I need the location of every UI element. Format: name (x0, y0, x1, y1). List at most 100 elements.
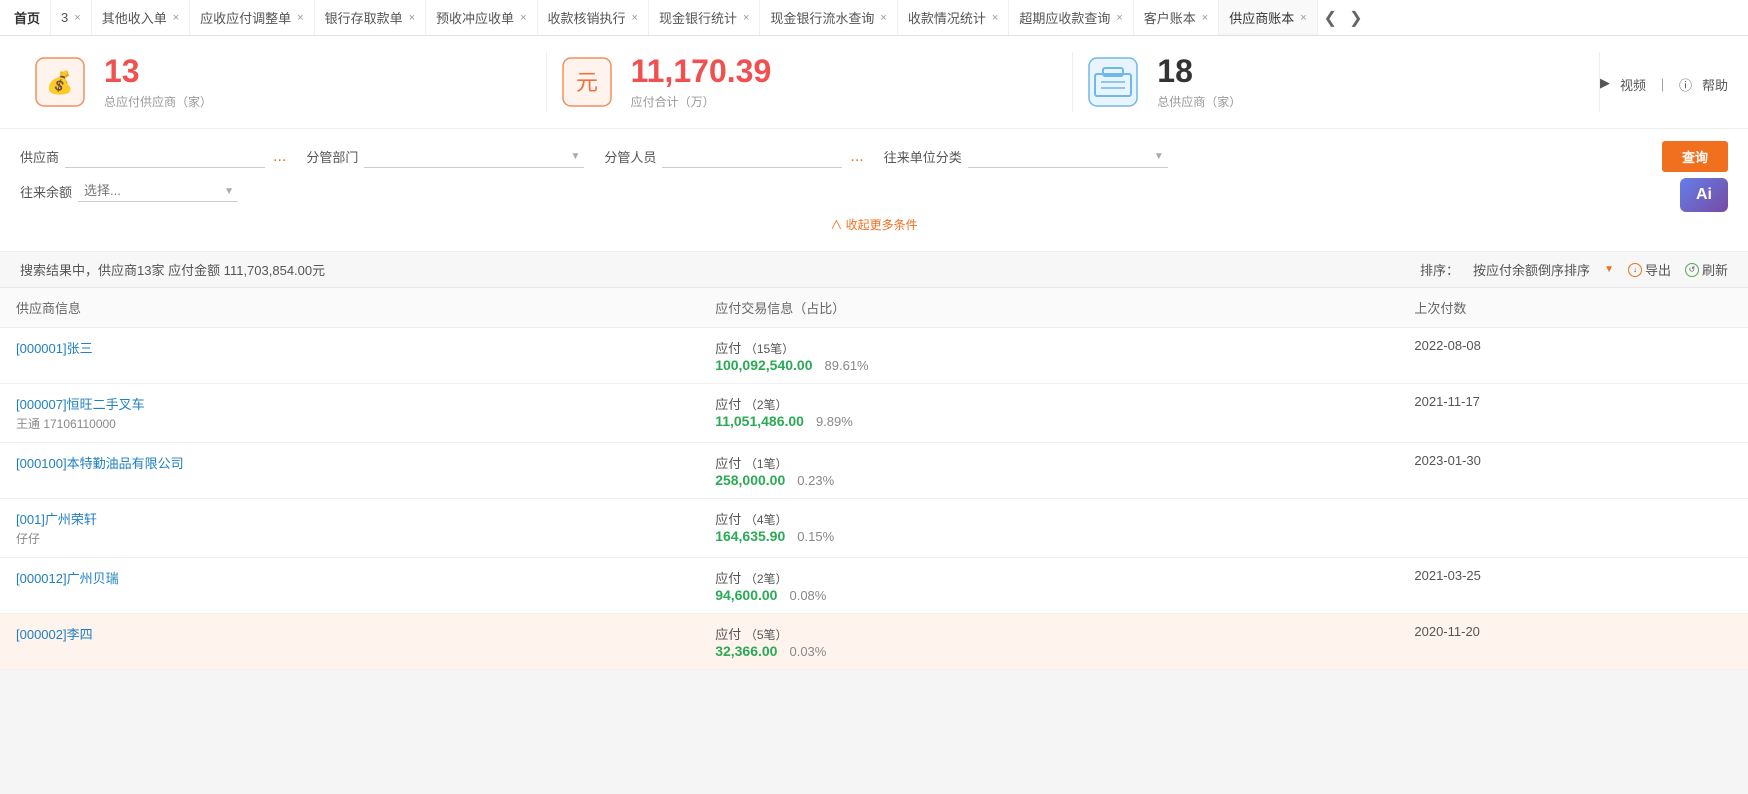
nav-cash-stat[interactable]: 现金银行统计 × (649, 0, 760, 36)
summary-block-total-suppliers: 18 总供应商（家） (1073, 52, 1600, 112)
filter-row-2: 往来余额 ▼ (20, 180, 1728, 202)
nav-prev-arrow[interactable]: ❮ (1318, 8, 1343, 28)
close-icon[interactable]: × (1116, 12, 1122, 24)
supplier-sub-info: 王通 17106110000 (16, 415, 683, 432)
close-icon[interactable]: × (297, 12, 303, 24)
tx-info-cell: 应付 （2笔） 94,600.000.08% (699, 558, 1398, 614)
supplier-link[interactable]: [000100]本特勤油品有限公司 (16, 456, 184, 471)
payable-amount-label: 应付合计（万） (631, 93, 772, 110)
nav-home[interactable]: 首页 (4, 0, 51, 36)
person-label: 分管人员 (604, 147, 656, 166)
payable-amount-value: 11,170.39 (631, 54, 772, 89)
last-pay-cell: 2020-11-20 (1398, 614, 1748, 670)
tx-info-cell: 应付 （2笔） 11,051,486.009.89% (699, 384, 1398, 443)
person-dots-icon[interactable]: ... (850, 148, 863, 166)
nav-collect-stat[interactable]: 收款情况统计 × (898, 0, 1009, 36)
result-bar: 搜索结果中，供应商13家 应付金额 111,703,854.00元 排序： 按应… (0, 252, 1748, 288)
top-navigation: 首页 3 × 其他收入单 × 应收应付调整单 × 银行存取款单 × 预收冲应收单… (0, 0, 1748, 36)
last-pay-cell: 2022-08-08 (1398, 328, 1748, 384)
supplier-link[interactable]: [000007]恒旺二手叉车 (16, 397, 145, 412)
nav-payment-verify[interactable]: 收款核销执行 × (538, 0, 649, 36)
refresh-button[interactable]: ↺ 刷新 (1685, 260, 1728, 279)
dept-input[interactable] (364, 146, 584, 168)
last-pay-date: 2021-11-17 (1414, 394, 1480, 409)
supplier-link[interactable]: [001]广州荣轩 (16, 512, 97, 527)
category-input[interactable] (968, 146, 1168, 168)
table-row: [000012]广州贝瑞 应付 （2笔） 94,600.000.08%2021-0… (0, 558, 1748, 614)
sort-value[interactable]: 按应付余额倒序排序 (1473, 260, 1590, 279)
close-icon[interactable]: × (632, 12, 638, 24)
tx-info-cell: 应付 （4笔） 164,635.900.15% (699, 499, 1398, 558)
tx-label: 应付 （5笔） (715, 624, 1382, 643)
nav-tab-3[interactable]: 3 × (51, 0, 92, 36)
nav-tab-3-label: 3 (61, 10, 68, 25)
last-pay-cell: 2021-11-17 (1398, 384, 1748, 443)
video-link[interactable]: 视频 (1620, 75, 1646, 94)
tx-amount: 100,092,540.0089.61% (715, 357, 1382, 373)
nav-other-income-label: 其他收入单 (102, 8, 167, 27)
tx-info-cell: 应付 （15笔） 100,092,540.0089.61% (699, 328, 1398, 384)
last-pay-date: 2022-08-08 (1414, 338, 1481, 353)
export-button[interactable]: ↓ 导出 (1628, 260, 1671, 279)
nav-other-income[interactable]: 其他收入单 × (92, 0, 190, 36)
tx-label: 应付 （15笔） (715, 338, 1382, 357)
nav-supplier-ledger-label: 供应商账本 (1229, 8, 1294, 27)
supplier-info-cell: [000012]广州贝瑞 (0, 558, 699, 614)
nav-overdue[interactable]: 超期应收款查询 × (1009, 0, 1133, 36)
nav-supplier-ledger[interactable]: 供应商账本 × (1219, 0, 1317, 36)
refresh-label[interactable]: 刷新 (1702, 260, 1728, 279)
collapse-bar[interactable]: ∧ 收起更多条件 (20, 210, 1728, 239)
right-actions: 排序： 按应付余额倒序排序 ▼ ↓ 导出 ↺ 刷新 (1420, 260, 1728, 279)
divider: ｜ (1656, 75, 1669, 94)
nav-customer-ledger-label: 客户账本 (1144, 8, 1196, 27)
person-input[interactable] (662, 146, 842, 168)
nav-pre-collect[interactable]: 预收冲应收单 × (426, 0, 537, 36)
help-link[interactable]: 帮助 (1702, 75, 1728, 94)
close-icon[interactable]: × (1202, 12, 1208, 24)
close-icon[interactable]: × (173, 12, 179, 24)
summary-block-payable-suppliers: 💰 13 总应付供应商（家） (20, 52, 547, 112)
total-suppliers-label: 总供应商（家） (1157, 93, 1241, 110)
close-icon[interactable]: × (520, 12, 526, 24)
nav-home-label: 首页 (14, 8, 40, 27)
supplier-info-cell: [000001]张三 (0, 328, 699, 384)
supplier-link[interactable]: [000012]广州贝瑞 (16, 571, 119, 586)
nav-bank[interactable]: 银行存取款单 × (315, 0, 426, 36)
payable-suppliers-label: 总应付供应商（家） (104, 93, 212, 110)
summary-area: 💰 13 总应付供应商（家） 元 11,170.39 应付合计（万） (0, 36, 1748, 129)
nav-customer-ledger[interactable]: 客户账本 × (1134, 0, 1219, 36)
table-row: [000001]张三 应付 （15笔） 100,092,540.0089.61% 2… (0, 328, 1748, 384)
close-icon[interactable]: × (743, 12, 749, 24)
last-pay-cell: 2021-03-25 (1398, 558, 1748, 614)
payable-amount-icon: 元 (557, 52, 617, 112)
supplier-info-cell: [000007]恒旺二手叉车王通 17106110000 (0, 384, 699, 443)
query-button[interactable]: 查询 (1662, 141, 1728, 172)
nav-next-arrow[interactable]: ❯ (1343, 8, 1368, 28)
close-icon[interactable]: × (880, 12, 886, 24)
video-icon: ▶ (1600, 75, 1610, 91)
category-select-wrap: ▼ (968, 146, 1168, 168)
supplier-link[interactable]: [000002]李四 (16, 627, 93, 642)
close-icon[interactable]: × (1300, 12, 1306, 24)
filter-area: 供应商 ... 分管部门 ▼ 分管人员 ... 往来单位分类 ▼ 查询 (0, 129, 1748, 252)
balance-input[interactable] (78, 180, 238, 202)
nav-payment-verify-label: 收款核销执行 (548, 8, 626, 27)
export-label[interactable]: 导出 (1645, 260, 1671, 279)
last-pay-date: 2020-11-20 (1414, 624, 1480, 639)
ai-badge[interactable]: Ai (1680, 178, 1728, 212)
total-suppliers-count: 18 (1157, 54, 1241, 89)
supplier-dots-icon[interactable]: ... (273, 148, 286, 166)
nav-ar-adjust[interactable]: 应收应付调整单 × (190, 0, 314, 36)
close-icon[interactable]: × (992, 12, 998, 24)
payable-supplier-icon: 💰 (30, 52, 90, 112)
supplier-input[interactable] (65, 146, 265, 168)
table-row: [001]广州荣轩仔仔应付 （4笔） 164,635.900.15% (0, 499, 1748, 558)
close-icon[interactable]: × (409, 12, 415, 24)
supplier-label: 供应商 (20, 147, 59, 166)
nav-cash-flow[interactable]: 现金银行流水查询 × (760, 0, 897, 36)
nav-tab-3-close[interactable]: × (74, 12, 80, 24)
tx-amount: 164,635.900.15% (715, 528, 1382, 544)
total-supplier-icon (1083, 52, 1143, 112)
supplier-link[interactable]: [000001]张三 (16, 341, 93, 356)
nav-bank-label: 银行存取款单 (325, 8, 403, 27)
